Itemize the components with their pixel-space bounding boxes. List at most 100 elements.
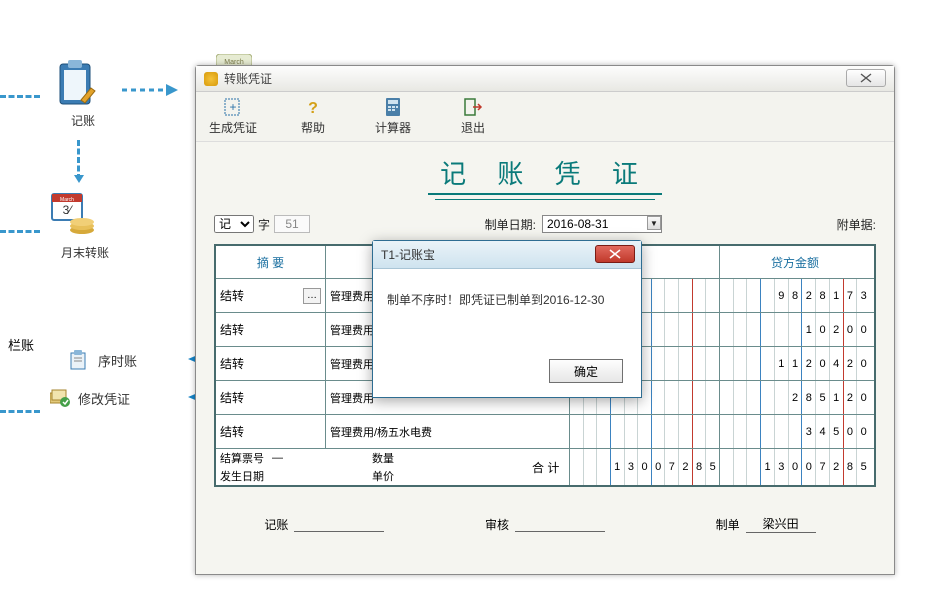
amount-digit: 1	[789, 347, 803, 380]
amount-digit	[597, 415, 611, 448]
date-label: 制单日期:	[485, 216, 536, 233]
amount-digit	[706, 347, 719, 380]
amount-digit	[734, 415, 748, 448]
amount-digit	[611, 415, 625, 448]
amount-digit: 0	[857, 415, 870, 448]
amount-digit: 0	[816, 347, 830, 380]
amount-digit: 1	[775, 347, 789, 380]
amount-digit	[625, 415, 639, 448]
flow-node-post[interactable]: 记账	[53, 60, 113, 129]
svg-text:+: +	[229, 100, 236, 114]
amount-digit	[747, 313, 761, 346]
amount-digit	[720, 347, 734, 380]
credit-cell[interactable]: 1120420	[720, 347, 870, 380]
amount-digit: 8	[816, 279, 830, 312]
gen-voucher-button[interactable]: + 生成凭证	[208, 96, 258, 137]
amount-digit: 0	[789, 449, 803, 485]
amount-digit	[693, 313, 707, 346]
side-label: 序时账	[98, 351, 137, 370]
amount-digit: 1	[611, 449, 625, 485]
side-label: 修改凭证	[78, 389, 130, 408]
amount-digit	[761, 381, 775, 414]
amount-digit	[720, 415, 734, 448]
amount-digit	[747, 415, 761, 448]
dialog-title: T1-记账宝	[381, 246, 435, 263]
svg-text:?: ?	[308, 100, 318, 117]
attach-label: 附单据:	[837, 218, 876, 232]
abstract-text: 结转	[220, 321, 244, 338]
amount-digit	[665, 415, 679, 448]
amount-digit	[652, 279, 666, 312]
help-button[interactable]: ? 帮助	[288, 96, 338, 137]
close-button[interactable]	[846, 69, 886, 87]
settle-no-label: 结算票号	[216, 450, 272, 466]
toolbar-label: 退出	[461, 119, 485, 136]
calculator-button[interactable]: 计算器	[368, 96, 418, 137]
titlebar: 转账凭证	[196, 66, 894, 92]
price-label: 单价	[372, 468, 412, 484]
amount-digit	[665, 313, 679, 346]
amount-digit	[693, 381, 707, 414]
flow-label: 月末转账	[50, 244, 120, 261]
dialog-close-button[interactable]	[595, 245, 635, 263]
voucher-date-input[interactable]	[542, 215, 662, 233]
amount-digit	[679, 313, 693, 346]
flow-node-month-end[interactable]: March3⁄ 月末转账	[50, 192, 120, 261]
amount-digit: 3	[857, 279, 870, 312]
connector	[0, 410, 40, 413]
amount-digit: 8	[844, 449, 858, 485]
abstract-text: 结转	[220, 389, 244, 406]
exit-button[interactable]: 退出	[448, 96, 498, 137]
calendar-coins-icon: March3⁄	[50, 192, 98, 240]
dialog-titlebar: T1-记账宝	[373, 241, 641, 269]
amount-digit	[597, 449, 611, 485]
credit-cell[interactable]: 34500	[720, 415, 870, 448]
amount-digit	[693, 415, 707, 448]
amount-digit	[734, 381, 748, 414]
qty-label: 数量	[372, 450, 412, 466]
ok-button[interactable]: 确定	[549, 359, 623, 383]
amount-digit: 7	[665, 449, 679, 485]
amount-digit	[720, 313, 734, 346]
zd-label: 制单	[716, 516, 740, 533]
amount-digit: 0	[857, 381, 870, 414]
flow-label: 记账	[53, 112, 113, 129]
date-dropdown-button[interactable]: ▼	[647, 216, 661, 230]
amount-digit	[652, 381, 666, 414]
voucher-number-input[interactable]	[274, 215, 310, 233]
jz-label: 记账	[264, 516, 288, 533]
amount-digit	[652, 415, 666, 448]
side-item-modify[interactable]: 修改凭证	[50, 388, 130, 408]
amount-digit	[789, 313, 803, 346]
amount-digit	[775, 313, 789, 346]
table-row[interactable]: 结转管理费用/杨五水电费34500	[216, 414, 874, 448]
dash: —	[272, 452, 372, 464]
sh-label: 审核	[485, 516, 509, 533]
amount-digit: 0	[652, 449, 666, 485]
amount-digit: 0	[857, 313, 870, 346]
subject-text: 管理费用/杨五水电费	[326, 415, 570, 448]
amount-digit: 2	[844, 347, 858, 380]
col-abstract: 摘 要	[216, 246, 326, 278]
sum-debit-cell: 合 计 13007285	[570, 449, 720, 485]
amount-digit: 8	[693, 449, 707, 485]
sh-field	[515, 516, 605, 532]
credit-cell[interactable]: 285120	[720, 381, 870, 414]
credit-cell[interactable]: 9828173	[720, 279, 870, 312]
abstract-picker-button[interactable]: …	[303, 288, 321, 304]
amount-digit: 0	[857, 347, 870, 380]
voucher-type-select[interactable]: 记	[214, 215, 254, 233]
amount-digit: 5	[857, 449, 870, 485]
amount-digit	[652, 347, 666, 380]
debit-cell[interactable]	[570, 415, 720, 448]
amount-digit: 2	[844, 381, 858, 414]
app-icon	[204, 72, 218, 86]
amount-digit	[734, 279, 748, 312]
amount-digit: 1	[802, 313, 816, 346]
window-title: 转账凭证	[224, 70, 272, 87]
amount-digit: 8	[802, 381, 816, 414]
side-item-sequential[interactable]: 序时账	[70, 350, 137, 370]
credit-cell[interactable]: 10200	[720, 313, 870, 346]
amount-digit	[747, 347, 761, 380]
jz-field	[294, 516, 384, 532]
